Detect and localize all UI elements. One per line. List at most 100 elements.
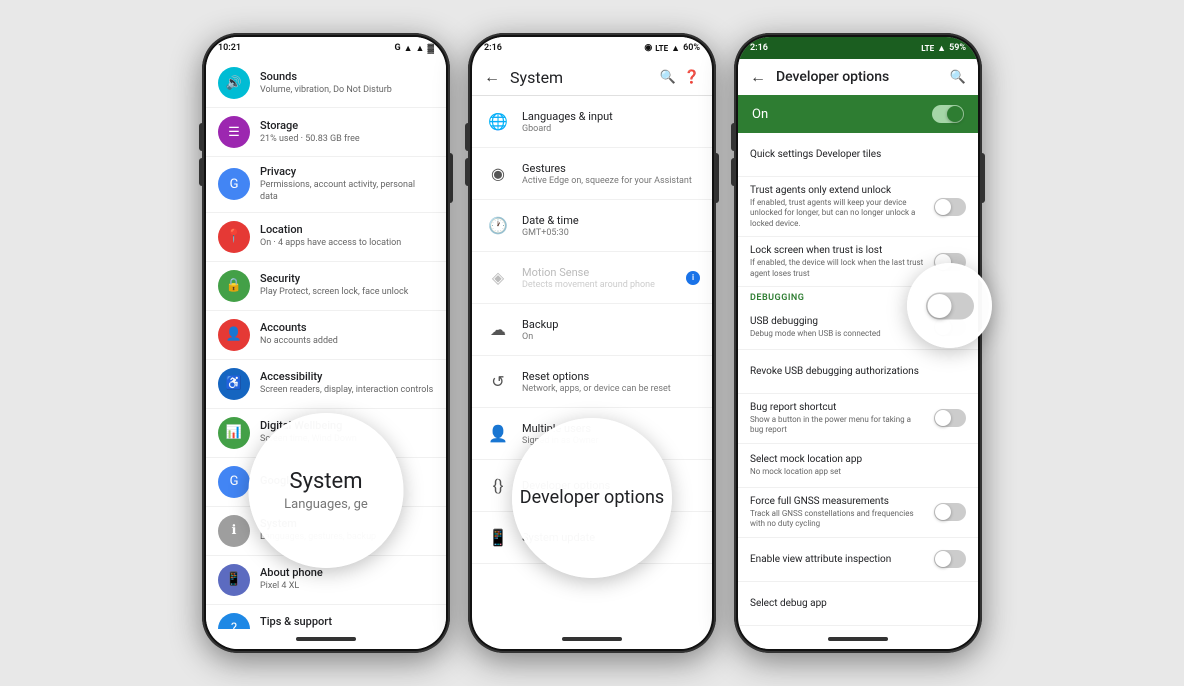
- circle-developer-options: Developer options: [512, 418, 672, 578]
- toggle-thumb-on: [947, 106, 963, 122]
- dev-opt-text-0: Quick settings Developer tiles: [750, 148, 966, 161]
- sys-text-2: Date & time GMT+05:30: [522, 214, 700, 238]
- dev-opt-force-full-gnss-measureme[interactable]: Force full GNSS measurements Track all G…: [738, 488, 978, 538]
- settings-icon-2: G: [218, 168, 250, 200]
- system-menu-motion-sense[interactable]: ◈ Motion Sense Detects movement around p…: [472, 252, 712, 304]
- dev-opt-bug-report-shortcut[interactable]: Bug report shortcut Show a button in the…: [738, 394, 978, 444]
- header-icons-2: 🔍 ❓: [660, 70, 700, 85]
- settings-icon-5: 👤: [218, 319, 250, 351]
- settings-item-storage[interactable]: ☰ Storage 21% used · 50.83 GB free: [206, 108, 446, 157]
- nav-bar-2: [472, 629, 712, 649]
- toggle-thumb-9: [935, 551, 951, 567]
- system-menu-gestures[interactable]: ◉ Gestures Active Edge on, squeeze for y…: [472, 148, 712, 200]
- settings-icon-4: 🔒: [218, 270, 250, 302]
- battery-icon-3: 59%: [949, 43, 966, 53]
- power-btn-2[interactable]: [715, 153, 719, 203]
- usb-debug-toggle-circle[interactable]: [926, 292, 974, 319]
- settings-item-security[interactable]: 🔒 Security Play Protect, screen lock, fa…: [206, 262, 446, 311]
- settings-subtitle-3: On · 4 apps have access to location: [260, 238, 434, 250]
- sys-title-1: Gestures: [522, 162, 700, 175]
- phone-3: 2:16 LTE ▲ 59% ← Developer options 🔍 On: [734, 33, 982, 653]
- search-icon-3[interactable]: 🔍: [950, 70, 966, 85]
- settings-title-1: Storage: [260, 119, 434, 133]
- dev-toggle-9[interactable]: [934, 550, 966, 568]
- dev-opt-sub-6: Show a button in the power menu for taki…: [750, 415, 926, 436]
- back-icon-3[interactable]: ←: [750, 67, 766, 87]
- settings-subtitle-1: 21% used · 50.83 GB free: [260, 134, 434, 146]
- nav-bar-3: [738, 629, 978, 649]
- power-btn-3[interactable]: [981, 153, 985, 203]
- system-menu-reset-options[interactable]: ↺ Reset options Network, apps, or device…: [472, 356, 712, 408]
- vol-down-btn[interactable]: [199, 158, 203, 186]
- sys-sub-4: On: [522, 332, 700, 342]
- settings-subtitle-10: Pixel 4 XL: [260, 581, 434, 593]
- dev-opt-text-7: Select mock location app No mock locatio…: [750, 453, 966, 477]
- signal-icon: ▲: [404, 43, 413, 54]
- sys-text-4: Backup On: [522, 318, 700, 342]
- circle-main-text-2: Developer options: [520, 487, 664, 509]
- settings-title-4: Security: [260, 272, 434, 286]
- dev-opt-select-debug-app[interactable]: Select debug app: [738, 582, 978, 626]
- dev-opt-sub-1: If enabled, trust agents will keep your …: [750, 198, 926, 229]
- settings-icon-6: ♿: [218, 368, 250, 400]
- settings-text-11: Tips & support Help articles, phone & ch…: [260, 615, 434, 629]
- vol-up-btn[interactable]: [199, 123, 203, 151]
- sys-icon-4: ☁: [484, 316, 512, 344]
- settings-title-6: Accessibility: [260, 370, 434, 384]
- sys-icon-1: ◉: [484, 160, 512, 188]
- dev-opt-title-4: USB debugging: [750, 315, 926, 328]
- dev-toggle-6[interactable]: [934, 409, 966, 427]
- vol-down-btn-3[interactable]: [731, 158, 735, 186]
- time-1: 10:21: [218, 43, 241, 53]
- settings-icon-7: 📊: [218, 417, 250, 449]
- settings-item-sounds[interactable]: 🔊 Sounds Volume, vibration, Do Not Distu…: [206, 59, 446, 108]
- status-bar-3: 2:16 LTE ▲ 59%: [738, 37, 978, 59]
- time-3: 2:16: [750, 43, 768, 53]
- sys-text-5: Reset options Network, apps, or device c…: [522, 370, 700, 394]
- settings-item-location[interactable]: 📍 Location On · 4 apps have access to lo…: [206, 213, 446, 262]
- dev-on-toggle[interactable]: [932, 105, 964, 123]
- battery-icon: ▓: [427, 43, 434, 54]
- back-icon-2[interactable]: ←: [484, 67, 500, 87]
- dev-on-label: On: [752, 107, 768, 122]
- dev-opt-title-7: Select mock location app: [750, 453, 966, 466]
- circle-system: System Languages, ge: [249, 413, 404, 568]
- dev-options-list: Quick settings Developer tiles Trust age…: [738, 133, 978, 629]
- settings-item-accessibility[interactable]: ♿ Accessibility Screen readers, display,…: [206, 360, 446, 409]
- power-btn-1[interactable]: [449, 153, 453, 203]
- toggle-thumb-1: [935, 199, 951, 215]
- help-icon-2[interactable]: ❓: [684, 70, 700, 85]
- sys-sub-5: Network, apps, or device can be reset: [522, 384, 700, 394]
- dev-on-bar: On: [738, 95, 978, 133]
- system-menu-date-&-time[interactable]: 🕐 Date & time GMT+05:30: [472, 200, 712, 252]
- dev-opt-enable-view-attribute-ins[interactable]: Enable view attribute inspection: [738, 538, 978, 582]
- settings-subtitle-2: Permissions, account activity, personal …: [260, 180, 434, 203]
- dev-opt-select-mock-location-app[interactable]: Select mock location app No mock locatio…: [738, 444, 978, 488]
- dev-opt-text-8: Force full GNSS measurements Track all G…: [750, 495, 926, 530]
- settings-item-privacy[interactable]: G Privacy Permissions, account activity,…: [206, 157, 446, 213]
- settings-subtitle-5: No accounts added: [260, 336, 434, 348]
- dev-toggle-1[interactable]: [934, 198, 966, 216]
- google-icon: G: [394, 43, 400, 53]
- vol-up-btn-2[interactable]: [465, 123, 469, 151]
- settings-title-11: Tips & support: [260, 615, 434, 629]
- settings-title-0: Sounds: [260, 70, 434, 84]
- settings-item-tips-&-support[interactable]: ? Tips & support Help articles, phone & …: [206, 605, 446, 629]
- sys-sub-1: Active Edge on, squeeze for your Assista…: [522, 176, 700, 186]
- settings-icon-9: ℹ: [218, 515, 250, 547]
- sys-icon-2: 🕐: [484, 212, 512, 240]
- dev-opt-title-5: Revoke USB debugging authorizations: [750, 365, 966, 378]
- dev-toggle-8[interactable]: [934, 503, 966, 521]
- dev-opt-quick-settings-developer-[interactable]: Quick settings Developer tiles: [738, 133, 978, 177]
- dev-opt-trust-agents-only-extend-[interactable]: Trust agents only extend unlock If enabl…: [738, 177, 978, 237]
- dev-opt-text-4: USB debugging Debug mode when USB is con…: [750, 315, 926, 339]
- search-icon-2[interactable]: 🔍: [660, 70, 676, 85]
- settings-icon-8: G: [218, 466, 250, 498]
- vol-down-btn-2[interactable]: [465, 158, 469, 186]
- status-bar-2: 2:16 ◉ LTE ▲ 60%: [472, 37, 712, 59]
- vol-up-btn-3[interactable]: [731, 123, 735, 151]
- settings-item-accounts[interactable]: 👤 Accounts No accounts added: [206, 311, 446, 360]
- dev-opt-revoke-usb-debugging-auth[interactable]: Revoke USB debugging authorizations: [738, 350, 978, 394]
- system-menu-languages-&-input[interactable]: 🌐 Languages & input Gboard: [472, 96, 712, 148]
- system-menu-backup[interactable]: ☁ Backup On: [472, 304, 712, 356]
